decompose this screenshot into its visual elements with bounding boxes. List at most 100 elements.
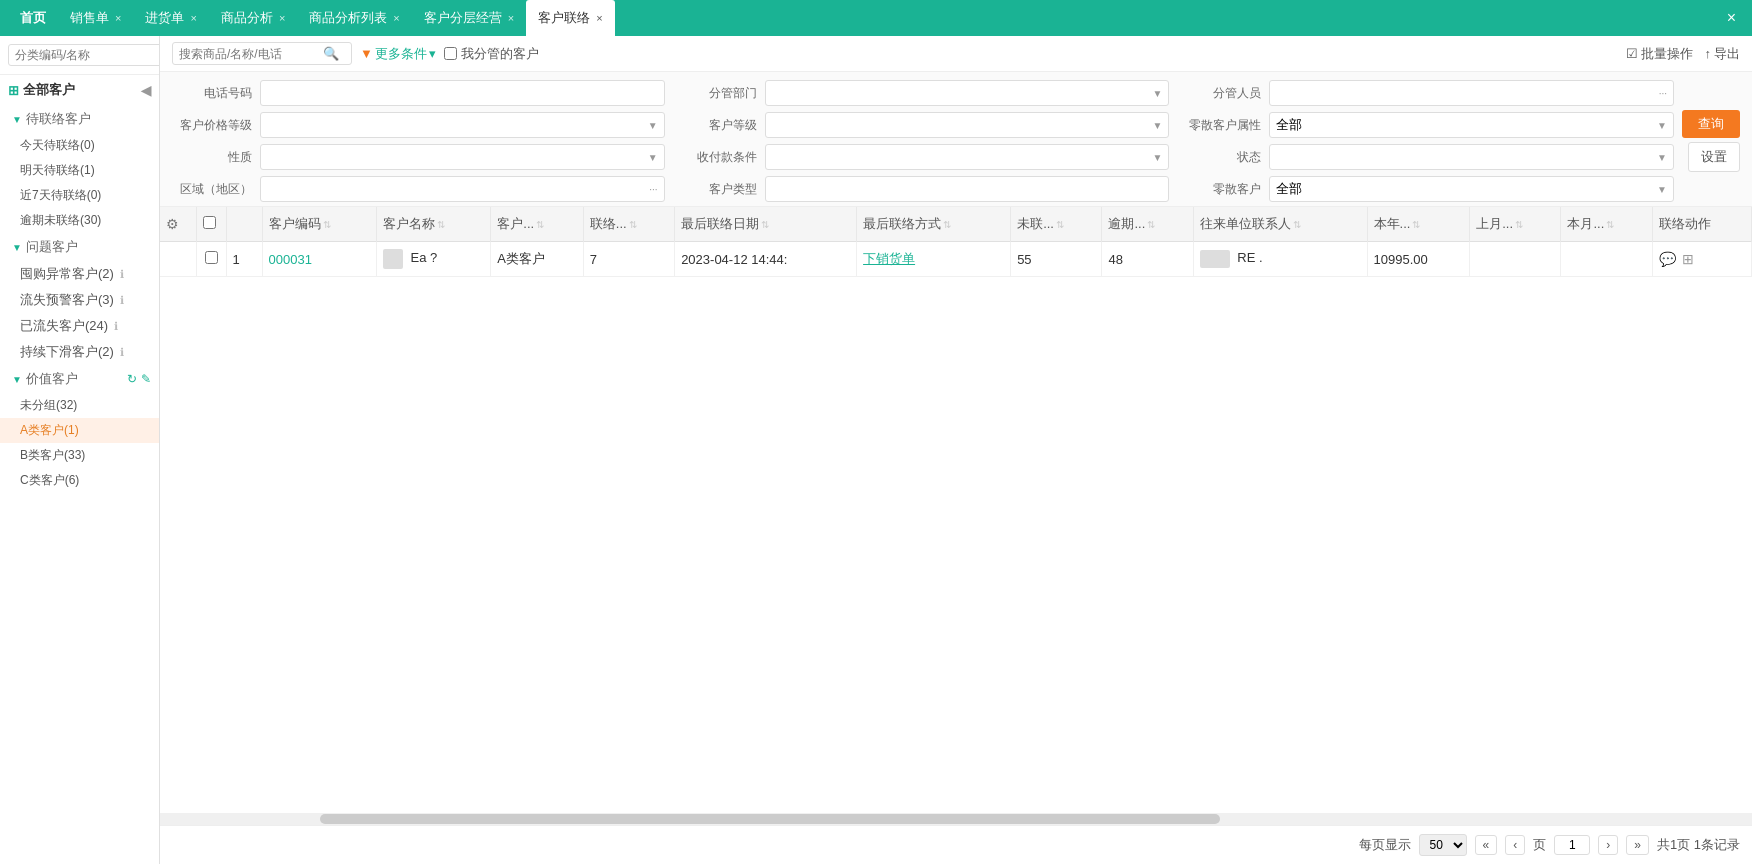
customer-level-select[interactable]: ▼ — [765, 112, 1170, 138]
sidebar-item-today[interactable]: 今天待联络(0) — [0, 133, 159, 158]
horizontal-scrollbar[interactable] — [160, 813, 1752, 825]
row-last-date: 2023-04-12 14:44: — [675, 242, 857, 277]
col-contact-header[interactable]: 联络...⇅ — [583, 207, 674, 242]
qr-icon[interactable]: ⊞ — [1682, 251, 1694, 267]
status-select[interactable]: ▼ — [1269, 144, 1674, 170]
col-overdue-header[interactable]: 逾期...⇅ — [1102, 207, 1193, 242]
main-search-icon[interactable]: 🔍 — [323, 46, 339, 61]
nav-tab-customer-contact[interactable]: 客户联络 × — [526, 0, 614, 36]
row-gear — [160, 242, 196, 277]
nav-tab-purchase[interactable]: 进货单 × — [133, 0, 208, 36]
payment-select[interactable]: ▼ — [765, 144, 1170, 170]
close-analysis-list-tab[interactable]: × — [393, 12, 399, 24]
filter-price-level: 客户价格等级 ▼ — [172, 112, 665, 138]
sidebar-group-problem[interactable]: ▼ 问题客户 — [0, 233, 159, 261]
sidebar-item-warning[interactable]: 流失预警客户(3) ℹ — [0, 287, 159, 313]
col-code-header[interactable]: 客户编码⇅ — [262, 207, 376, 242]
sort-year-icon: ⇅ — [1412, 219, 1420, 230]
chat-icon[interactable]: 💬 — [1659, 251, 1676, 267]
col-type-header[interactable]: 客户...⇅ — [491, 207, 584, 242]
nature-select[interactable]: ▼ — [260, 144, 665, 170]
edit-icon[interactable]: ✎ — [141, 372, 151, 386]
sort-uncontacted-icon: ⇅ — [1056, 219, 1064, 230]
sidebar: 🔍 ⊞ 全部客户 ◀ ▼ 待联络客户 今天待联络(0) 明天待联络(1) 近7天… — [0, 36, 160, 864]
close-purchase-tab[interactable]: × — [190, 12, 196, 24]
sort-tmonth-icon: ⇅ — [1606, 219, 1614, 230]
cust-type-select[interactable] — [765, 176, 1170, 202]
sort-code-icon: ⇅ — [323, 219, 331, 230]
nav-tab-sales[interactable]: 销售单 × — [58, 0, 133, 36]
scatter-attr-select[interactable]: 全部▼ — [1269, 112, 1674, 138]
close-segment-tab[interactable]: × — [508, 12, 514, 24]
col-uncontacted-header[interactable]: 未联...⇅ — [1011, 207, 1102, 242]
sidebar-item-abnormal[interactable]: 囤购异常客户(2) ℹ — [0, 261, 159, 287]
sort-name-icon: ⇅ — [437, 219, 445, 230]
row-unit-contact: RE . — [1193, 242, 1367, 277]
page-size-select[interactable]: 50 — [1419, 834, 1467, 856]
col-last-date-header[interactable]: 最后联络日期⇅ — [675, 207, 857, 242]
sidebar-item-declining[interactable]: 持续下滑客户(2) ℹ — [0, 339, 159, 365]
sidebar-item-overdue[interactable]: 逾期未联络(30) — [0, 208, 159, 233]
more-filters-btn[interactable]: ▼ 更多条件 ▾ — [360, 45, 436, 63]
filter-nature: 性质 ▼ — [172, 144, 665, 170]
main-search-input[interactable] — [179, 47, 319, 61]
row-last-method[interactable]: 下销货单 — [857, 242, 1011, 277]
col-last-month-header[interactable]: 上月...⇅ — [1470, 207, 1561, 242]
first-page-btn[interactable]: « — [1475, 835, 1498, 855]
sidebar-item-lost[interactable]: 已流失客户(24) ℹ — [0, 313, 159, 339]
all-customers-section[interactable]: ⊞ 全部客户 ◀ — [0, 75, 159, 105]
arrow-icon-3: ▼ — [12, 374, 22, 385]
sort-unit-icon: ⇅ — [1293, 219, 1301, 230]
scatter-cust-select[interactable]: 全部▼ — [1269, 176, 1674, 202]
nav-tab-analysis-list[interactable]: 商品分析列表 × — [297, 0, 411, 36]
export-btn[interactable]: ↑ 导出 — [1705, 45, 1741, 63]
table-row: 1 000031 Ea ? A类客户 7 2023-04-12 14:44: 下… — [160, 242, 1752, 277]
col-last-method-header[interactable]: 最后联络方式⇅ — [857, 207, 1011, 242]
settings-button[interactable]: 设置 — [1688, 142, 1740, 172]
sidebar-collapse-btn[interactable]: ◀ — [141, 83, 151, 98]
row-seq: 1 — [226, 242, 262, 277]
sidebar-item-7days[interactable]: 近7天待联络(0) — [0, 183, 159, 208]
sidebar-search-input[interactable] — [8, 44, 160, 66]
region-select[interactable]: ··· — [260, 176, 665, 202]
sidebar-item-c-class[interactable]: C类客户(6) — [0, 468, 159, 493]
nav-tab-analysis[interactable]: 商品分析 × — [209, 0, 297, 36]
row-code[interactable]: 000031 — [262, 242, 376, 277]
filter-region: 区域（地区） ··· — [172, 176, 665, 202]
row-select-checkbox[interactable] — [205, 251, 218, 264]
col-unit-contact-header[interactable]: 往来单位联系人⇅ — [1193, 207, 1367, 242]
sidebar-item-a-class[interactable]: A类客户(1) — [0, 418, 159, 443]
col-name-header[interactable]: 客户名称⇅ — [376, 207, 490, 242]
col-this-year-header[interactable]: 本年...⇅ — [1367, 207, 1470, 242]
my-customers-checkbox[interactable] — [444, 47, 457, 60]
sidebar-item-ungrouped[interactable]: 未分组(32) — [0, 393, 159, 418]
select-all-checkbox[interactable] — [203, 216, 216, 229]
prev-page-btn[interactable]: ‹ — [1505, 835, 1525, 855]
filter-payment: 收付款条件 ▼ — [677, 144, 1170, 170]
query-button[interactable]: 查询 — [1682, 110, 1740, 138]
col-this-month-header[interactable]: 本月...⇅ — [1561, 207, 1652, 242]
nav-home[interactable]: 首页 — [8, 0, 58, 36]
dept-select[interactable]: ▼ — [765, 80, 1170, 106]
last-page-btn[interactable]: » — [1626, 835, 1649, 855]
close-all-tabs[interactable]: × — [1719, 9, 1744, 27]
col-gear[interactable]: ⚙ — [160, 207, 196, 242]
next-page-btn[interactable]: › — [1598, 835, 1618, 855]
close-contact-tab[interactable]: × — [596, 12, 602, 24]
gear-icon[interactable]: ⚙ — [166, 216, 179, 232]
page-number-input[interactable] — [1554, 835, 1590, 855]
sidebar-item-b-class[interactable]: B类客户(33) — [0, 443, 159, 468]
row-uncontacted: 55 — [1011, 242, 1102, 277]
sidebar-group-value[interactable]: ▼ 价值客户 ↻ ✎ — [0, 365, 159, 393]
batch-op-btn[interactable]: ☑ 批量操作 — [1626, 45, 1693, 63]
nav-tab-customer-segment[interactable]: 客户分层经营 × — [412, 0, 526, 36]
close-analysis-tab[interactable]: × — [279, 12, 285, 24]
scrollbar-thumb[interactable] — [320, 814, 1220, 824]
phone-input[interactable] — [260, 80, 665, 106]
person-select[interactable]: ··· — [1269, 80, 1674, 106]
sidebar-group-pending[interactable]: ▼ 待联络客户 — [0, 105, 159, 133]
price-level-select[interactable]: ▼ — [260, 112, 665, 138]
close-sales-tab[interactable]: × — [115, 12, 121, 24]
refresh-icon[interactable]: ↻ — [127, 372, 137, 386]
sidebar-item-tomorrow[interactable]: 明天待联络(1) — [0, 158, 159, 183]
